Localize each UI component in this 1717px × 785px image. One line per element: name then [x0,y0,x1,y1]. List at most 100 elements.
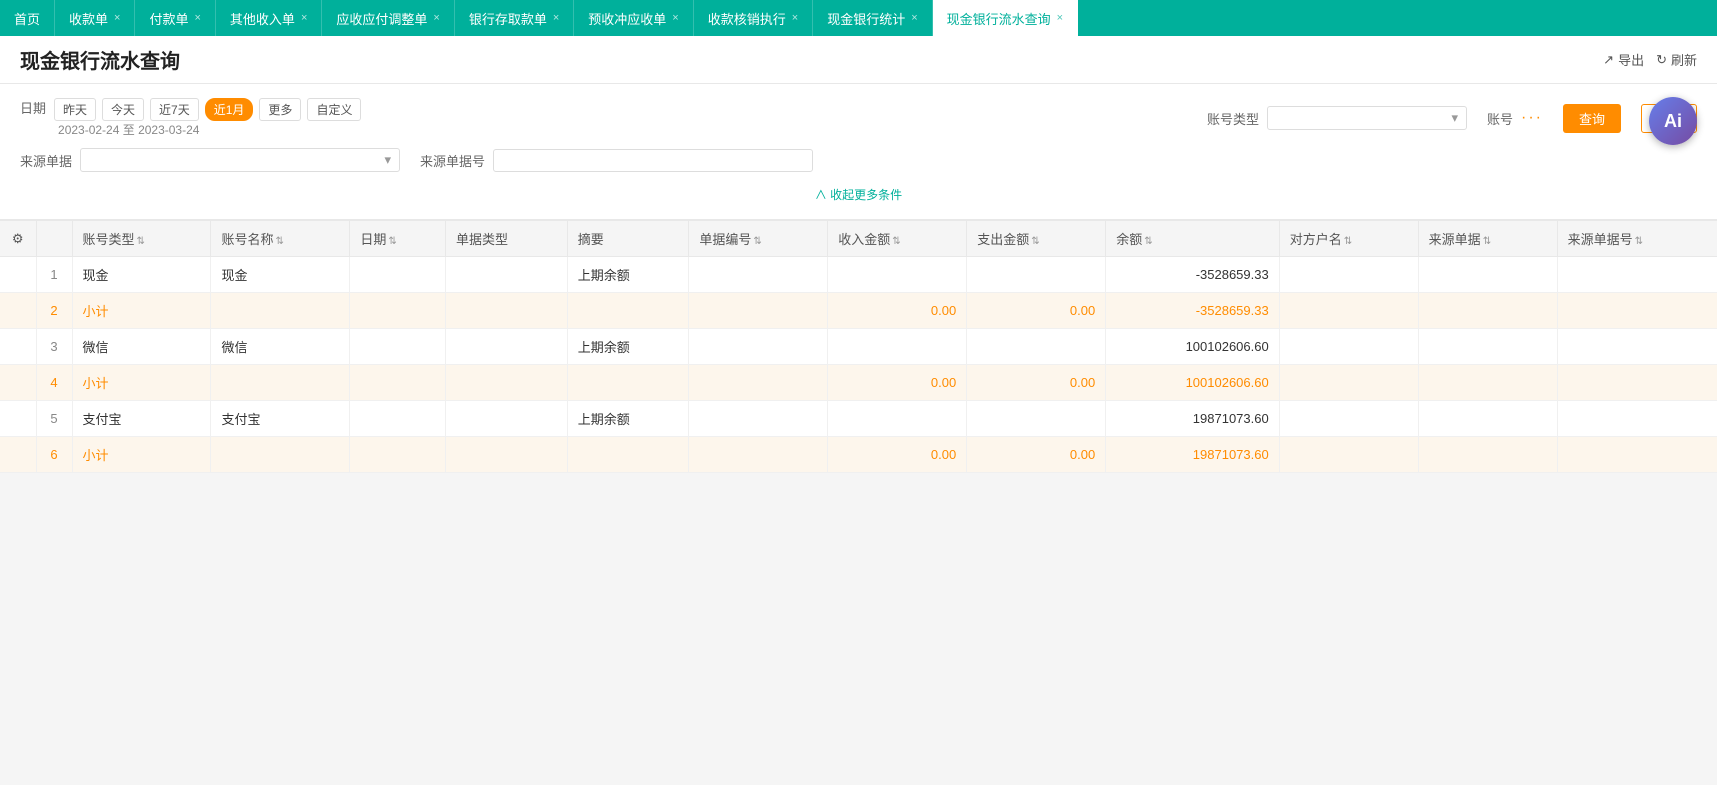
sort-icon: ⇅ [753,236,761,247]
sort-icon: ⇅ [1635,236,1643,247]
source-doc-num-group: 来源单据号 [420,149,813,172]
cell-doc_type [446,257,568,293]
cell-date [350,257,446,293]
cell-doc_num [689,437,828,473]
date-option-自定义[interactable]: 自定义 [307,98,361,121]
cell-account_name [211,437,350,473]
cell-idx: 4 [36,365,72,401]
cell-account_type: 小计 [72,437,211,473]
date-options-group: 昨天今天近7天近1月更多自定义 2023-02-24 至 2023-03-24 [54,98,361,138]
cell-doc_type [446,329,568,365]
source-doc-select[interactable]: ▾ [80,148,400,172]
col-header-source_doc[interactable]: 来源单据⇅ [1418,221,1557,257]
nav-tab-label: 现金银行流水查询 [947,9,1051,28]
col-header-account_type[interactable]: 账号类型⇅ [72,221,211,257]
close-icon[interactable]: × [433,12,439,24]
table-row: 1现金现金上期余额-3528659.33 [0,257,1717,293]
col-header-balance[interactable]: 余额⇅ [1106,221,1280,257]
nav-tab-label: 付款单 [149,9,188,28]
cell-doc_num [689,401,828,437]
nav-tab-银行存取款单[interactable]: 银行存取款单 × [455,0,574,36]
cell-account_name: 微信 [211,329,350,365]
cell-doc_type [446,437,568,473]
export-button[interactable]: ↗ 导出 [1603,50,1644,69]
sort-icon: ⇅ [137,236,145,247]
nav-tab-label: 银行存取款单 [469,9,547,28]
date-option-近7天[interactable]: 近7天 [150,98,199,121]
close-icon[interactable]: × [301,12,307,24]
nav-tab-收款核销执行[interactable]: 收款核销执行× [694,0,813,36]
date-options: 昨天今天近7天近1月更多自定义 [54,98,361,121]
source-doc-num-input[interactable] [493,149,813,172]
close-icon[interactable]: × [553,12,559,24]
cell-counterpart [1279,329,1418,365]
data-table: ⚙账号类型⇅账号名称⇅日期⇅单据类型摘要单据编号⇅收入金额⇅支出金额⇅余额⇅对方… [0,220,1717,473]
cell-income: 0.00 [828,365,967,401]
close-icon[interactable]: × [792,12,798,24]
nav-tab-现金银行统计[interactable]: 现金银行统计 × [813,0,932,36]
cell-idx: 2 [36,293,72,329]
nav-tab-现金银行流水查询[interactable]: 现金银行流水查询 × [933,0,1078,36]
cell-doc_type [446,401,568,437]
cell-source_doc_num [1557,437,1717,473]
cell-summary: 上期余额 [567,329,689,365]
cell-doc_num [689,365,828,401]
filter-row-2: 来源单据 ▾ 来源单据号 [20,148,1697,172]
cell-gear [0,293,36,329]
cell-account_type: 现金 [72,257,211,293]
col-header-counterpart[interactable]: 对方户名⇅ [1279,221,1418,257]
refresh-button[interactable]: ↻ 刷新 [1656,50,1697,69]
nav-tab-预收冲应收单[interactable]: 预收冲应收单× [574,0,693,36]
cell-source_doc [1418,437,1557,473]
table-row: 5支付宝支付宝上期余额19871073.60 [0,401,1717,437]
cell-expense [967,329,1106,365]
account-type-label: 账号类型 [1207,109,1259,128]
cell-income [828,257,967,293]
cell-account_name: 支付宝 [211,401,350,437]
account-label: 账号 [1487,109,1513,128]
query-button[interactable]: 查询 [1563,104,1621,133]
close-icon[interactable]: × [194,12,200,24]
close-icon[interactable]: × [114,12,120,24]
account-type-select[interactable]: ▾ [1267,106,1467,130]
table-wrap: ⚙账号类型⇅账号名称⇅日期⇅单据类型摘要单据编号⇅收入金额⇅支出金额⇅余额⇅对方… [0,220,1717,473]
col-header-doc_num[interactable]: 单据编号⇅ [689,221,828,257]
close-icon[interactable]: × [911,12,917,24]
col-header-account_name[interactable]: 账号名称⇅ [211,221,350,257]
nav-tab-label: 应收应付调整单 [336,9,427,28]
col-header-expense[interactable]: 支出金额⇅ [967,221,1106,257]
cell-summary: 上期余额 [567,401,689,437]
date-option-今天[interactable]: 今天 [102,98,144,121]
col-header-date[interactable]: 日期⇅ [350,221,446,257]
cell-account_type: 微信 [72,329,211,365]
cell-idx: 3 [36,329,72,365]
account-more-icon[interactable]: ··· [1521,109,1543,127]
cell-source_doc [1418,293,1557,329]
cell-date [350,329,446,365]
cell-income [828,329,967,365]
sort-icon: ⇅ [1344,236,1352,247]
cell-doc_type [446,365,568,401]
cell-summary: 上期余额 [567,257,689,293]
nav-tab-其他收入单[interactable]: 其他收入单× [216,0,322,36]
nav-tab-首页[interactable]: 首页 [0,0,55,36]
nav-tab-付款单[interactable]: 付款单 × [135,0,215,36]
sort-icon: ⇅ [1483,236,1491,247]
collapse-bar[interactable]: ∧ 收起更多条件 [20,182,1697,211]
close-icon[interactable]: × [672,12,678,24]
cell-balance: 100102606.60 [1106,329,1280,365]
date-option-昨天[interactable]: 昨天 [54,98,96,121]
nav-tab-应收应付调整单[interactable]: 应收应付调整单 × [322,0,454,36]
close-icon[interactable]: × [1057,12,1063,24]
date-option-近1月[interactable]: 近1月 [205,98,254,121]
cell-expense: 0.00 [967,437,1106,473]
table-row: 4小计0.000.00100102606.60 [0,365,1717,401]
col-header-source_doc_num[interactable]: 来源单据号⇅ [1557,221,1717,257]
sort-icon: ⇅ [388,236,396,247]
col-header-income[interactable]: 收入金额⇅ [828,221,967,257]
nav-tab-收款单[interactable]: 收款单× [55,0,135,36]
ai-assistant-button[interactable]: Ai [1649,97,1697,145]
date-option-更多[interactable]: 更多 [259,98,301,121]
date-range-display: 2023-02-24 至 2023-03-24 [58,121,361,138]
nav-tab-label: 现金银行统计 [827,9,905,28]
